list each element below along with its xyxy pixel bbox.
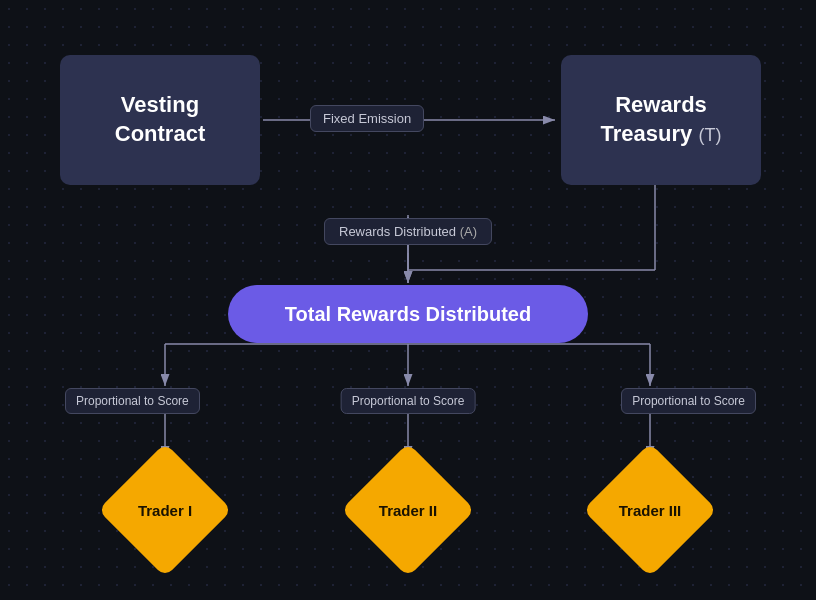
rewards-treasury-label: Rewards Treasury (T) (601, 91, 722, 148)
trader-2-label: Trader II (379, 502, 437, 519)
trader-3-label: Trader III (619, 502, 682, 519)
trader-1-label: Trader I (138, 502, 192, 519)
total-rewards-pill: Total Rewards Distributed (228, 285, 588, 343)
rewards-distributed-label: Rewards Distributed (A) (324, 218, 492, 245)
rewards-treasury-box: Rewards Treasury (T) (561, 55, 761, 185)
proportional-label-left: Proportional to Score (65, 388, 200, 414)
proportional-label-center: Proportional to Score (341, 388, 476, 414)
trader-3-container: Trader III (585, 460, 715, 560)
total-rewards-label: Total Rewards Distributed (285, 303, 531, 326)
vesting-contract-label: Vesting Contract (115, 91, 205, 148)
fixed-emission-label: Fixed Emission (310, 105, 424, 132)
diagram: Vesting Contract Fixed Emission Rewards … (0, 0, 816, 600)
trader-2-container: Trader II (343, 460, 473, 560)
trader-1-container: Trader I (100, 460, 230, 560)
vesting-contract-box: Vesting Contract (60, 55, 260, 185)
proportional-label-right: Proportional to Score (621, 388, 756, 414)
